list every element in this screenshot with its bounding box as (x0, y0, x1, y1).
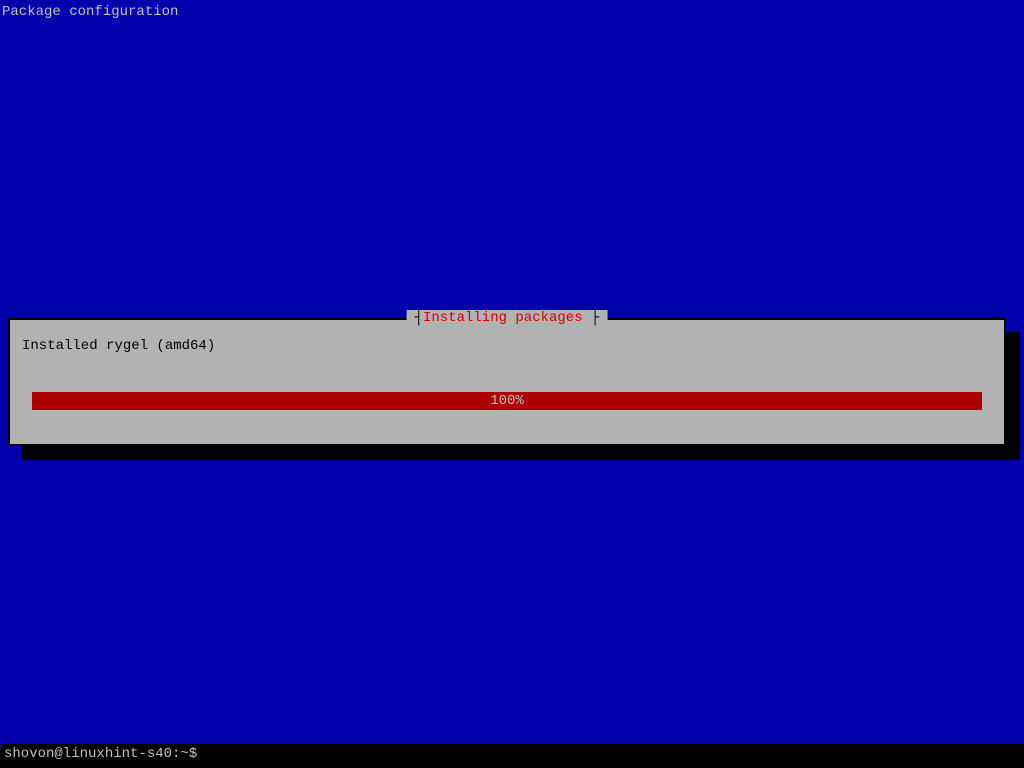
install-dialog: Installing packages Installed rygel (amd… (8, 318, 1006, 446)
page-title: Package configuration (2, 4, 178, 20)
progress-fill: 100% (32, 392, 982, 410)
status-line: Installed rygel (amd64) (22, 338, 215, 354)
progress-text: 100% (490, 393, 524, 409)
dialog-title: Installing packages (407, 310, 608, 326)
dialog-title-text: Installing packages (423, 310, 583, 326)
terminal-prompt[interactable]: shovon@linuxhint-s40:~$ (2, 744, 1024, 764)
progress-bar: 100% (32, 392, 982, 410)
